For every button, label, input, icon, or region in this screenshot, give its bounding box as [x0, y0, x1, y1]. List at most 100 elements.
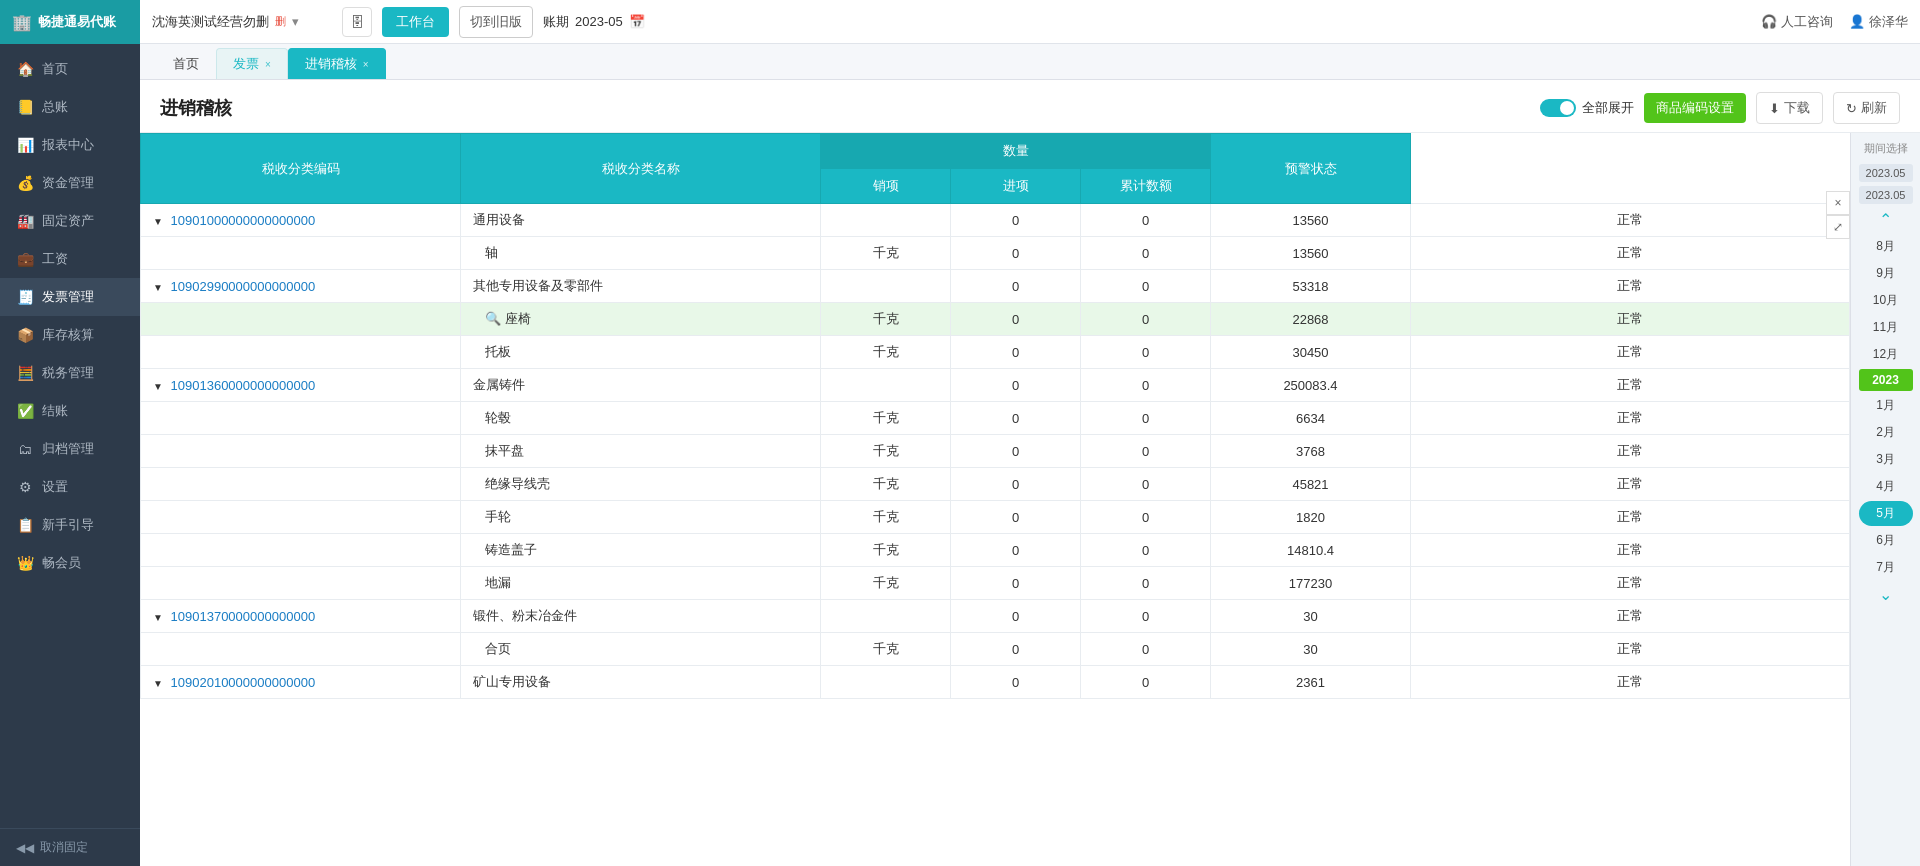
refresh-button[interactable]: ↻ 刷新 [1833, 92, 1900, 124]
period-month-12[interactable]: 12月 [1859, 342, 1913, 367]
sidebar-item-finance[interactable]: 💰 资金管理 [0, 164, 140, 202]
close-panel-button[interactable]: × [1826, 191, 1850, 215]
period-month-1[interactable]: 1月 [1859, 393, 1913, 418]
collapse-icon[interactable]: ▼ [153, 381, 163, 392]
cell-status: 正常 [1411, 237, 1850, 270]
expand-all-toggle[interactable]: 全部展开 [1540, 99, 1634, 117]
sidebar-item-inventory[interactable]: 📦 库存核算 [0, 316, 140, 354]
cell-sales: 0 [951, 369, 1081, 402]
table-row[interactable]: 🔍座椅 千克 0 0 22868 正常 [141, 303, 1850, 336]
table-row[interactable]: 地漏 千克 0 0 177230 正常 [141, 567, 1850, 600]
calendar-icon[interactable]: 📅 [629, 14, 645, 29]
expand-panel-button[interactable]: ⤢ [1826, 215, 1850, 239]
cell-status: 正常 [1411, 402, 1850, 435]
period-month-11[interactable]: 11月 [1859, 315, 1913, 340]
sidebar-item-invoice[interactable]: 🧾 发票管理 [0, 278, 140, 316]
cell-sales: 0 [951, 435, 1081, 468]
cell-status: 正常 [1411, 567, 1850, 600]
reconcile-table: 税收分类编码 税收分类名称 数量 预警状态 销项 进项 累计数额 [140, 133, 1850, 699]
sidebar-item-assets[interactable]: 🏭 固定资产 [0, 202, 140, 240]
sidebar-item-guide[interactable]: 📋 新手引导 [0, 506, 140, 544]
cell-total: 30450 [1211, 336, 1411, 369]
table-row[interactable]: 铸造盖子 千克 0 0 14810.4 正常 [141, 534, 1850, 567]
archive-button[interactable]: 🗄 [342, 7, 372, 37]
sidebar-item-home[interactable]: 🏠 首页 [0, 50, 140, 88]
tab-reconcile[interactable]: 进销稽核 × [288, 48, 386, 79]
period-month-7[interactable]: 7月 [1859, 555, 1913, 580]
scroll-down-arrow[interactable]: ⌄ [1875, 581, 1896, 608]
collapse-icon[interactable]: ▼ [153, 678, 163, 689]
table-row[interactable]: 合页 千克 0 0 30 正常 [141, 633, 1850, 666]
tab-invoice-close[interactable]: × [265, 59, 271, 70]
period-month-10[interactable]: 10月 [1859, 288, 1913, 313]
cell-purchase: 0 [1081, 402, 1211, 435]
table-container[interactable]: 税收分类编码 税收分类名称 数量 预警状态 销项 进项 累计数额 [140, 133, 1850, 866]
period-year-label-2[interactable]: 2023.05 [1859, 186, 1913, 204]
period-month-6[interactable]: 6月 [1859, 528, 1913, 553]
period-month-5[interactable]: 5月 [1859, 501, 1913, 526]
collapse-icon[interactable]: ▼ [153, 612, 163, 623]
sidebar-item-tax[interactable]: 🧮 税务管理 [0, 354, 140, 392]
cell-tax-code: ▼ 10902990000000000000 [141, 270, 461, 303]
product-setting-button[interactable]: 商品编码设置 [1644, 93, 1746, 123]
period-month-9[interactable]: 9月 [1859, 261, 1913, 286]
sidebar-item-settings[interactable]: ⚙ 设置 [0, 468, 140, 506]
table-row[interactable]: 手轮 千克 0 0 1820 正常 [141, 501, 1850, 534]
service-button[interactable]: 🎧 人工咨询 [1761, 13, 1833, 31]
table-row[interactable]: ▼ 10902990000000000000 其他专用设备及零部件 0 0 53… [141, 270, 1850, 303]
cell-tax-code [141, 435, 461, 468]
cell-total: 22868 [1211, 303, 1411, 336]
period-month-4[interactable]: 4月 [1859, 474, 1913, 499]
table-row[interactable]: ▼ 10901000000000000000 通用设备 0 0 13560 正常 [141, 204, 1850, 237]
workspace-button[interactable]: 工作台 [382, 7, 449, 37]
sidebar-item-member[interactable]: 👑 畅会员 [0, 544, 140, 582]
download-button[interactable]: ⬇ 下载 [1756, 92, 1823, 124]
table-row[interactable]: ▼ 10902010000000000000 矿山专用设备 0 0 2361 正… [141, 666, 1850, 699]
tab-invoice[interactable]: 发票 × [216, 48, 288, 79]
sidebar-item-archive[interactable]: 🗂 归档管理 [0, 430, 140, 468]
payroll-icon: 💼 [16, 251, 34, 267]
company-dropdown-icon[interactable]: ▾ [292, 14, 299, 29]
table-row[interactable]: ▼ 10901370000000000000 锻件、粉末冶金件 0 0 30 正… [141, 600, 1850, 633]
tab-home[interactable]: 首页 [156, 48, 216, 79]
period-month-2[interactable]: 2月 [1859, 420, 1913, 445]
collapse-icon[interactable]: ▼ [153, 216, 163, 227]
tab-invoice-label: 发票 [233, 55, 259, 73]
period-value: 2023-05 [575, 14, 623, 29]
table-row[interactable]: 绝缘导线壳 千克 0 0 45821 正常 [141, 468, 1850, 501]
settings-icon: ⚙ [16, 479, 34, 495]
sidebar-item-reports[interactable]: 📊 报表中心 [0, 126, 140, 164]
period-month-8[interactable]: 8月 [1859, 234, 1913, 259]
table-row[interactable]: 抹平盘 千克 0 0 3768 正常 [141, 435, 1850, 468]
scroll-up-arrow[interactable]: ⌃ [1875, 206, 1896, 233]
sidebar-item-inventory-label: 库存核算 [42, 326, 94, 344]
expand-all-label: 全部展开 [1582, 99, 1634, 117]
table-row[interactable]: 轮毂 千克 0 0 6634 正常 [141, 402, 1850, 435]
sidebar-footer-pin[interactable]: ◀◀ 取消固定 [0, 828, 140, 866]
tab-reconcile-close[interactable]: × [363, 59, 369, 70]
inventory-icon: 📦 [16, 327, 34, 343]
sidebar-item-payroll[interactable]: 💼 工资 [0, 240, 140, 278]
cell-status: 正常 [1411, 336, 1850, 369]
table-row[interactable]: ▼ 10901360000000000000 金属铸件 0 0 250083.4… [141, 369, 1850, 402]
sidebar-item-finance-label: 资金管理 [42, 174, 94, 192]
collapse-icon[interactable]: ▼ [153, 282, 163, 293]
table-row[interactable]: 轴 千克 0 0 13560 正常 [141, 237, 1850, 270]
user-menu[interactable]: 👤 徐泽华 [1849, 13, 1908, 31]
tax-icon: 🧮 [16, 365, 34, 381]
period-year-2023[interactable]: 2023 [1859, 369, 1913, 391]
toggle-track[interactable] [1540, 99, 1576, 117]
period-title: 期间选择 [1864, 141, 1908, 156]
period-month-3[interactable]: 3月 [1859, 447, 1913, 472]
cell-unit: 千克 [821, 402, 951, 435]
period-year-label-1[interactable]: 2023.05 [1859, 164, 1913, 182]
cell-unit: 千克 [821, 567, 951, 600]
table-row[interactable]: 托板 千克 0 0 30450 正常 [141, 336, 1850, 369]
sidebar-item-checkout[interactable]: ✅ 结账 [0, 392, 140, 430]
cell-total: 13560 [1211, 204, 1411, 237]
cell-status: 正常 [1411, 369, 1850, 402]
company-selector[interactable]: 沈海英测试经营勿删 删 ▾ [152, 13, 332, 31]
old-version-button[interactable]: 切到旧版 [459, 6, 533, 38]
cell-sales: 0 [951, 666, 1081, 699]
sidebar-item-ledger[interactable]: 📒 总账 [0, 88, 140, 126]
